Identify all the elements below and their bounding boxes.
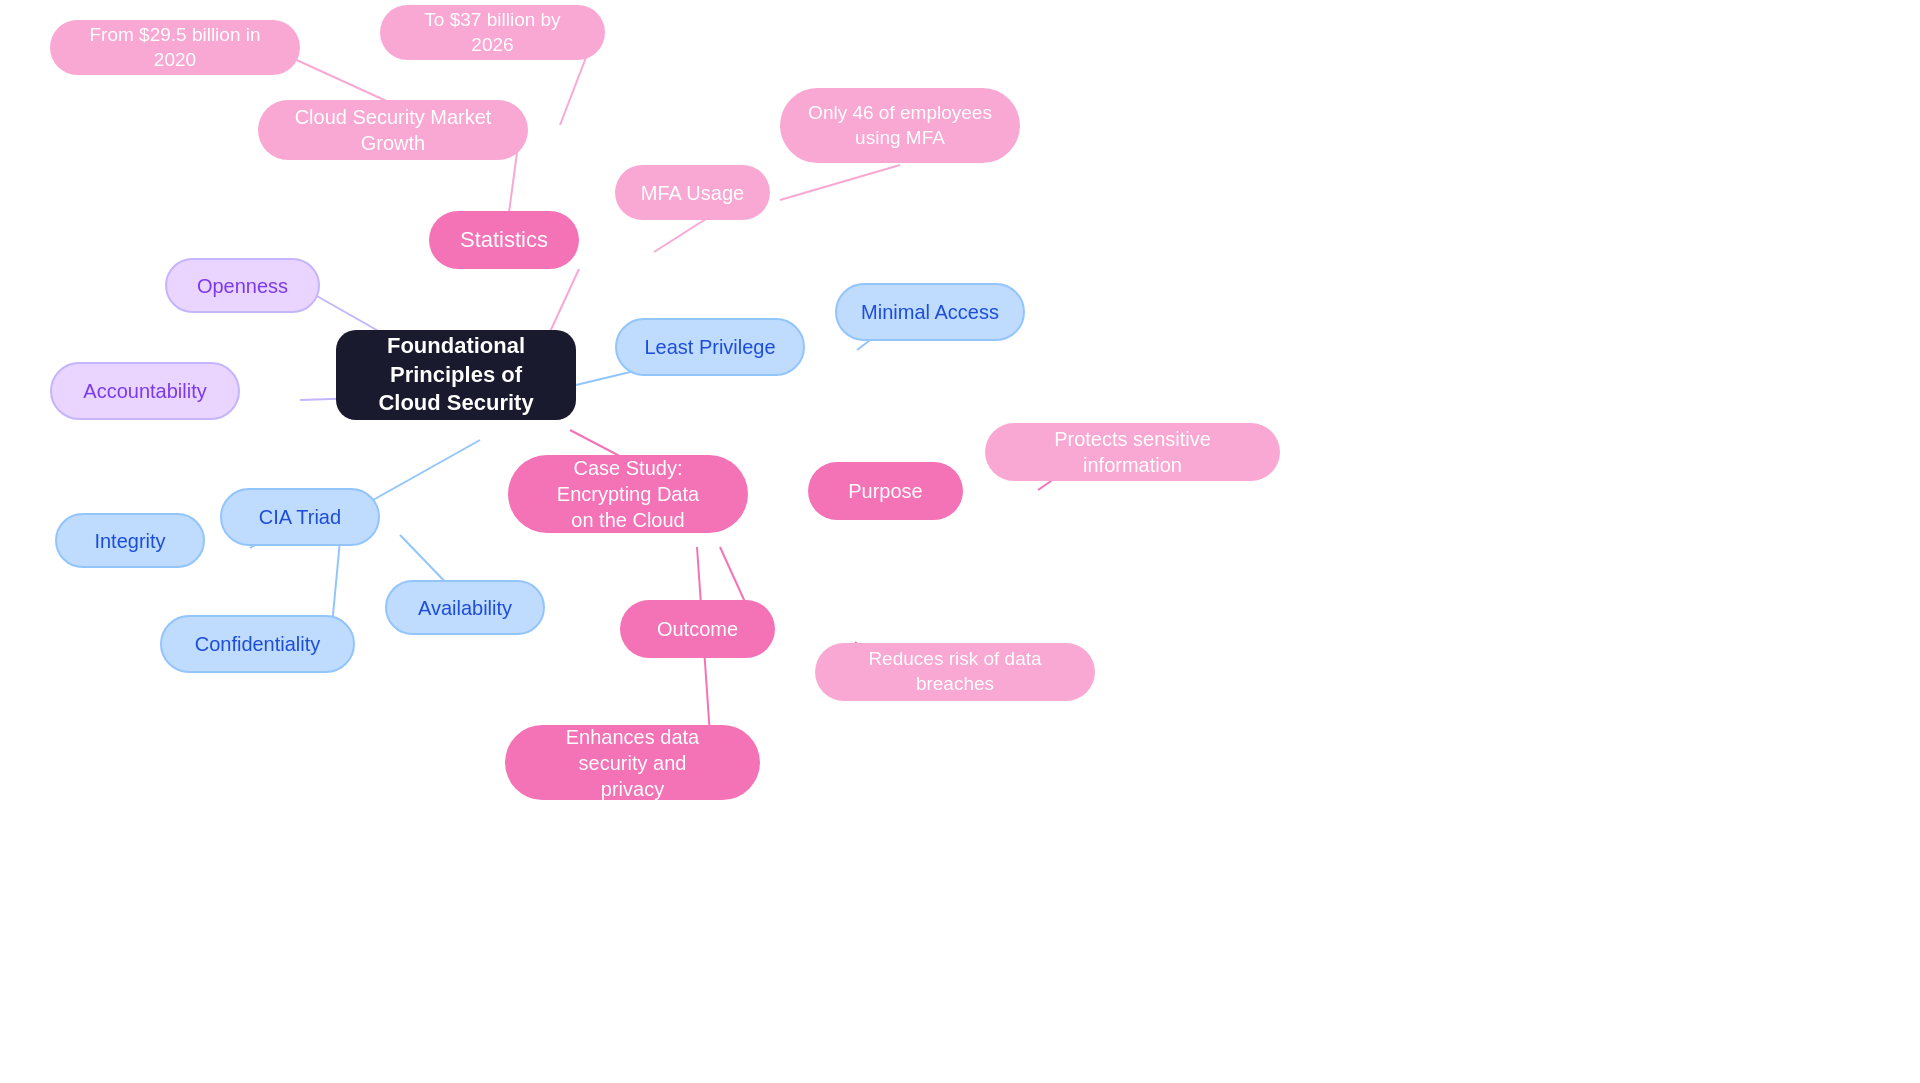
enhances-security-node: Enhances data security andprivacy [505,725,760,800]
only46-node: Only 46 of employees using MFA [780,88,1020,163]
purpose-node: Purpose [808,462,963,520]
least-privilege-node: Least Privilege [615,318,805,376]
openness-node: Openness [165,258,320,313]
protects-sensitive-node: Protects sensitive information [985,423,1280,481]
statistics-node: Statistics [429,211,579,269]
confidentiality-node: Confidentiality [160,615,355,673]
svg-line-5 [780,165,900,200]
accountability-node: Accountability [50,362,240,420]
svg-line-10 [373,440,480,500]
mindmap-container: Foundational Principles ofCloud Security… [0,0,1920,1083]
integrity-node: Integrity [55,513,205,568]
mfa-usage-node: MFA Usage [615,165,770,220]
to-billion-node: To $37 billion by 2026 [380,5,605,60]
case-study-node: Case Study: Encrypting Dataon the Cloud [508,455,748,533]
reduces-risk-node: Reduces risk of data breaches [815,643,1095,701]
availability-node: Availability [385,580,545,635]
from-billion-node: From $29.5 billion in 2020 [50,20,300,75]
minimal-access-node: Minimal Access [835,283,1025,341]
cia-triad-node: CIA Triad [220,488,380,546]
outcome-node: Outcome [620,600,775,658]
cloud-growth-node: Cloud Security Market Growth [258,100,528,160]
center-node: Foundational Principles ofCloud Security [336,330,576,420]
